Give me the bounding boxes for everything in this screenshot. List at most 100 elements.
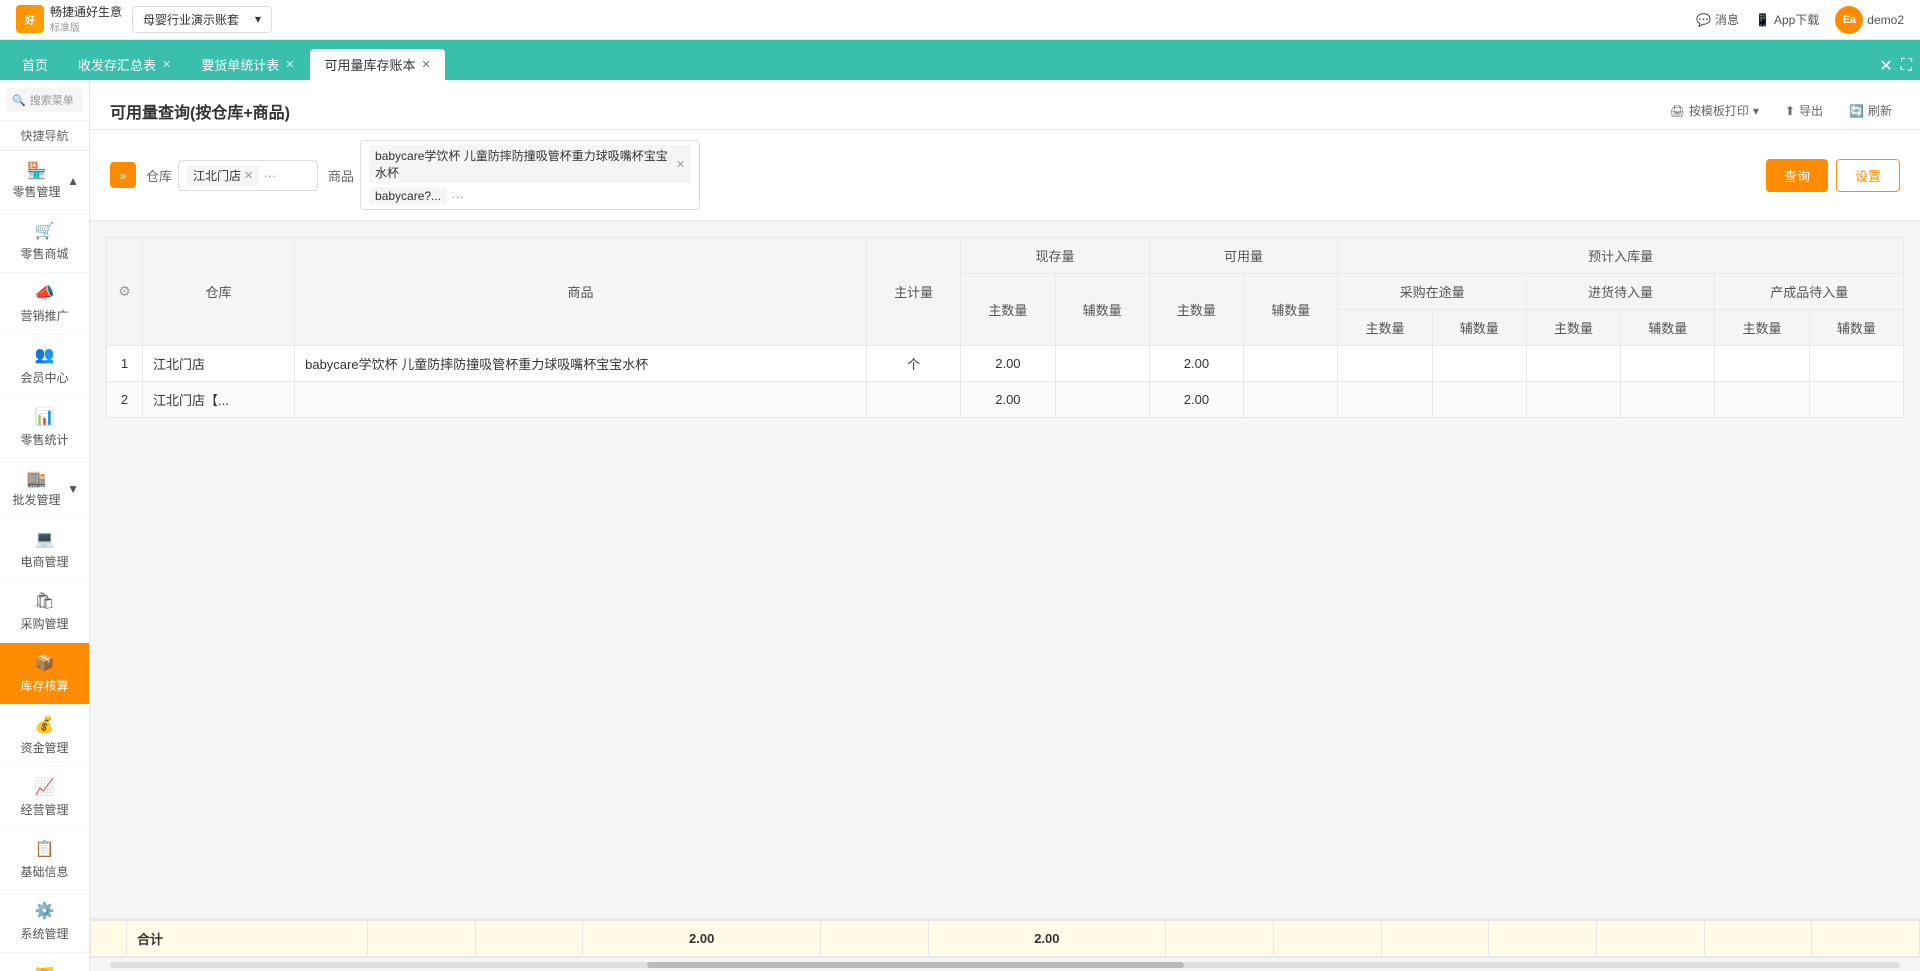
tab-home[interactable]: 首页 [8, 49, 62, 80]
product-label: 商品 [328, 166, 354, 185]
retail-mgmt-icon: 🏪 [27, 161, 47, 181]
product-tag2: babycare?... [369, 187, 447, 205]
tab-close-all-btn[interactable]: ✕ [1879, 56, 1892, 76]
scrollbar-track[interactable] [110, 962, 1900, 968]
sidebar-item-basic-info[interactable]: 📋 基础信息 [0, 829, 89, 891]
sidebar-quick-nav[interactable]: 快捷导航 [0, 121, 89, 151]
setting-button[interactable]: 设置 [1836, 159, 1900, 192]
sidebar-item-retail-stats[interactable]: 📊 零售统计 [0, 397, 89, 459]
table-cell: 2.00 [1149, 346, 1243, 382]
basic-info-icon: 📋 [35, 839, 55, 859]
download-action[interactable]: 📱 App下载 [1755, 11, 1819, 28]
main-layout: 🔍 搜索菜单 快捷导航 🏪 零售管理 ▲ 🛒 零售商城 📣 营销推广 👥 会员中… [0, 80, 1920, 971]
tab-receive-summary-label: 收发存汇总表 [78, 55, 156, 74]
print-btn[interactable]: 🖨 按模板打印 ▾ [1662, 98, 1767, 123]
sidebar-item-inventory-check[interactable]: 📦 库存核算 [0, 643, 89, 705]
table-cell [1715, 346, 1809, 382]
top-bar-left: 好 畅捷通好生意 标准版 母婴行业演示账套 ▾ [16, 5, 272, 34]
th-avail-aux: 辅数量 [1244, 274, 1338, 346]
sidebar-item-finance-mgmt[interactable]: 💰 资金管理 [0, 705, 89, 767]
gear-icon[interactable]: ⚙ [118, 283, 131, 299]
avatar: Ea [1835, 6, 1863, 34]
table-cell: 2.00 [961, 346, 1055, 382]
sidebar-item-system-mgmt[interactable]: ⚙️ 系统管理 [0, 891, 89, 953]
tab-order-summary-close[interactable]: ✕ [285, 58, 294, 71]
total-label: 合计 [127, 921, 368, 957]
tab-available-stock-close[interactable]: ✕ [422, 58, 431, 71]
th-pur-transit-main: 主数量 [1338, 310, 1432, 346]
print-label: 按模板打印 [1689, 102, 1749, 119]
th-settings: ⚙ [107, 238, 143, 346]
message-icon: 💬 [1696, 13, 1711, 27]
industry-selector[interactable]: 母婴行业演示账套 ▾ [132, 6, 272, 33]
logo-area: 好 畅捷通好生意 标准版 [16, 5, 122, 34]
product-input[interactable]: babycare学饮杯 儿童防摔防撞吸管杯重力球吸嘴杯宝宝水杯 ✕ babyca… [360, 140, 700, 210]
th-product-pending: 产成品待入量 [1715, 274, 1904, 310]
tab-home-label: 首页 [22, 55, 48, 74]
table-row: 1江北门店babycare学饮杯 儿童防摔防撞吸管杯重力球吸嘴杯宝宝水杯个2.0… [107, 346, 1904, 382]
member-center-icon: 👥 [35, 345, 55, 365]
total-product-empty [368, 921, 476, 957]
sidebar-item-marketing-label: 营销推广 [20, 307, 68, 324]
warehouse-tag: 江北门店 ✕ [187, 165, 259, 186]
sidebar-item-retail-mall[interactable]: 🛒 零售商城 [0, 211, 89, 273]
filter-toggle-btn[interactable]: » [110, 162, 136, 188]
top-bar-right: 💬 消息 📱 App下载 Ea demo2 [1696, 6, 1904, 34]
sidebar-item-retail-mall-label: 零售商城 [20, 245, 68, 262]
total-pt2 [1381, 921, 1489, 957]
sidebar-item-system-mgmt-label: 系统管理 [20, 925, 68, 942]
warehouse-label: 仓库 [146, 166, 172, 185]
product-ellipsis[interactable]: ··· [451, 189, 464, 204]
top-bar: 好 畅捷通好生意 标准版 母婴行业演示账套 ▾ 💬 消息 📱 App下载 Ea … [0, 0, 1920, 40]
product-tag1-close[interactable]: ✕ [676, 158, 685, 171]
wholesale-mgmt-icon: 🏬 [27, 469, 47, 489]
warehouse-input[interactable]: 江北门店 ✕ ··· [178, 160, 318, 191]
sidebar-item-ecommerce-mgmt[interactable]: 💻 电商管理 [0, 519, 89, 581]
query-button[interactable]: 查询 [1766, 159, 1828, 192]
th-warehouse: 仓库 [143, 238, 295, 346]
sidebar-item-retail-mgmt-label: 零售管理 [13, 183, 61, 200]
total-pt3 [1489, 921, 1597, 957]
warehouse-ellipsis[interactable]: ··· [263, 168, 276, 183]
tab-receive-summary[interactable]: 收发存汇总表 ✕ [64, 49, 185, 80]
sidebar-item-purchase-mgmt[interactable]: 🛍 采购管理 [0, 581, 89, 643]
sidebar-item-marketing[interactable]: 📣 营销推广 [0, 273, 89, 335]
retail-mall-icon: 🛒 [35, 221, 55, 241]
user-area[interactable]: Ea demo2 [1835, 6, 1904, 34]
sidebar-item-wholesale-mgmt[interactable]: 🏬 批发管理 ▼ [0, 459, 89, 519]
sidebar-search-area: 🔍 搜索菜单 [0, 80, 89, 121]
system-mgmt-icon: ⚙️ [35, 901, 55, 921]
tab-order-summary-label: 要货单统计表 [201, 55, 279, 74]
table-cell [1338, 346, 1432, 382]
tab-available-stock[interactable]: 可用量库存账本 ✕ [310, 49, 444, 80]
table-cell [1338, 382, 1432, 418]
table-cell [1055, 346, 1149, 382]
refresh-btn[interactable]: 🔄 刷新 [1841, 98, 1900, 123]
tab-expand-btn[interactable]: ⛶ [1901, 57, 1912, 75]
th-purchase-transit: 采购在途量 [1338, 274, 1527, 310]
page-header: 可用量查询(按仓库+商品) 🖨 按模板打印 ▾ ⬆ 导出 🔄 刷新 [90, 80, 1920, 130]
bottom-total: 合计 2.00 2.00 [90, 918, 1920, 957]
message-action[interactable]: 💬 消息 [1696, 11, 1739, 28]
tab-receive-summary-close[interactable]: ✕ [162, 58, 171, 71]
tab-bar: 首页 收发存汇总表 ✕ 要货单统计表 ✕ 可用量库存账本 ✕ ✕ ⛶ [0, 40, 1920, 80]
scrollbar-thumb[interactable] [647, 962, 1184, 968]
sidebar-item-member-center[interactable]: 👥 会员中心 [0, 335, 89, 397]
tab-bar-right: ✕ ⛶ [1879, 56, 1912, 80]
warehouse-tag-close[interactable]: ✕ [244, 169, 253, 182]
sidebar-item-operation-mgmt[interactable]: 📈 经营管理 [0, 767, 89, 829]
total-table: 合计 2.00 2.00 [90, 920, 1920, 957]
th-prod-pending-main: 主数量 [1715, 310, 1809, 346]
table-row: 2江北门店【...2.002.00 [107, 382, 1904, 418]
sidebar-item-enterprise-collab[interactable]: 🤝 企业协同 [0, 953, 89, 971]
sidebar-item-retail-mgmt[interactable]: 🏪 零售管理 ▲ [0, 151, 89, 211]
sidebar-item-finance-mgmt-label: 资金管理 [20, 739, 68, 756]
chevron-down-icon2: ▼ [67, 482, 79, 496]
tab-order-summary[interactable]: 要货单统计表 ✕ [187, 49, 308, 80]
tab-available-stock-label: 可用量库存账本 [324, 55, 415, 74]
sidebar-item-retail-stats-label: 零售统计 [20, 431, 68, 448]
sidebar-search[interactable]: 🔍 搜索菜单 [6, 88, 83, 112]
export-btn[interactable]: ⬆ 导出 [1777, 98, 1831, 123]
th-prod-pending-aux: 辅数量 [1809, 310, 1903, 346]
th-pur-pending-aux: 辅数量 [1621, 310, 1715, 346]
